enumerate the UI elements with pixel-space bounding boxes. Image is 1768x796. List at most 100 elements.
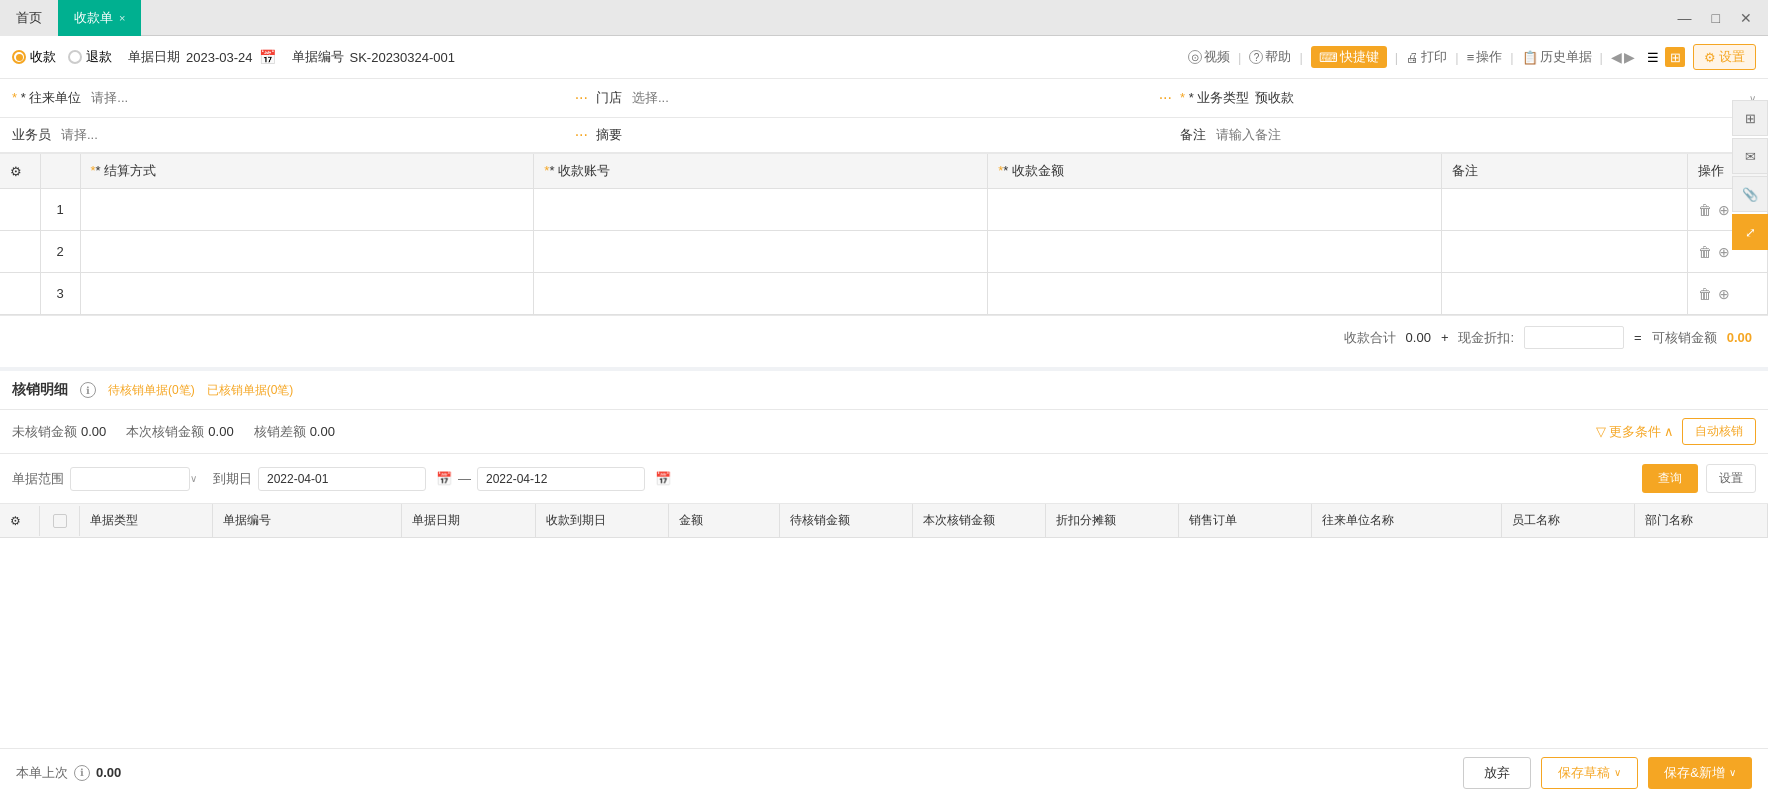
copy-icon-1[interactable]: ⊕	[1718, 202, 1730, 218]
query-btn[interactable]: 查询	[1642, 464, 1698, 493]
vendor-dots[interactable]: ···	[575, 90, 588, 106]
row-num-1: 1	[40, 189, 80, 231]
row-action-3: 🗑 ⊕	[1688, 273, 1768, 315]
close-btn[interactable]: ✕	[1734, 8, 1758, 28]
delete-icon-3[interactable]: 🗑	[1698, 286, 1712, 302]
due-date-from-input[interactable]	[258, 467, 426, 491]
header-nav: ◀ ▶	[1611, 49, 1635, 65]
minimize-btn[interactable]: —	[1672, 8, 1698, 28]
row-gear-2	[0, 231, 40, 273]
plus-sign: +	[1441, 330, 1449, 345]
radio-receipt[interactable]: 收款	[12, 48, 56, 66]
header-right-actions: ⊙ 视频 | ? 帮助 | ⌨ 快捷键 | 🖨 打印 | ≡ 操作	[1188, 44, 1756, 70]
row-account-2[interactable]	[534, 231, 988, 273]
vendor-input[interactable]	[87, 87, 568, 109]
due-calendar-from-icon[interactable]: 📅	[436, 471, 452, 486]
tab-home[interactable]: 首页	[0, 0, 58, 36]
verify-stats: 未核销金额 0.00 本次核销金额 0.00 核销差额 0.00 ▽ 更多条件 …	[0, 410, 1768, 454]
row-gear-3	[0, 273, 40, 315]
rt-clip-btn[interactable]: 📎	[1732, 176, 1768, 212]
delete-icon-1[interactable]: 🗑	[1698, 202, 1712, 218]
row-settlement-1[interactable]	[80, 189, 534, 231]
net-value: 0.00	[1727, 330, 1752, 345]
help-btn[interactable]: ? 帮助	[1249, 48, 1291, 66]
radio-receipt-label: 收款	[30, 48, 56, 66]
list-icon-lines[interactable]: ☰	[1643, 47, 1663, 67]
filter-range-select[interactable]	[70, 467, 190, 491]
due-calendar-to-icon[interactable]: 📅	[655, 471, 671, 486]
auto-verify-btn[interactable]: 自动核销	[1682, 418, 1756, 445]
shortcut-btn[interactable]: ⌨ 快捷键	[1311, 46, 1387, 68]
operation-btn[interactable]: ≡ 操作	[1467, 48, 1503, 66]
salesman-dots[interactable]: ···	[575, 127, 588, 143]
summary-input[interactable]	[628, 124, 1172, 146]
video-btn[interactable]: ⊙ 视频	[1188, 48, 1230, 66]
calendar-icon[interactable]: 📅	[259, 49, 276, 65]
store-input[interactable]	[628, 87, 1153, 109]
store-dots[interactable]: ···	[1159, 90, 1172, 106]
collection-label: 收款合计	[1344, 329, 1396, 347]
salesman-label: 业务员	[12, 126, 51, 144]
history-btn[interactable]: 📋 历史单据	[1522, 48, 1592, 66]
radio-refund-dot	[68, 50, 82, 64]
row-remark-1[interactable]	[1442, 189, 1688, 231]
filter-right-actions: 查询 设置	[1642, 464, 1756, 493]
print-btn[interactable]: 🖨 打印	[1406, 48, 1447, 66]
vth-gear[interactable]: ⚙	[0, 506, 40, 536]
tab-active[interactable]: 收款单 ×	[58, 0, 141, 36]
rt-table-btn[interactable]: ⊞	[1732, 100, 1768, 136]
discount-input[interactable]	[1524, 326, 1624, 349]
row-amount-2[interactable]	[988, 231, 1442, 273]
unverified-label: 未核销金额	[12, 423, 77, 441]
receipt-type-radio: 收款 退款	[12, 48, 112, 66]
save-new-btn[interactable]: 保存&新增 ∨	[1648, 757, 1752, 789]
row-settlement-3[interactable]	[80, 273, 534, 315]
completed-tab[interactable]: 已核销单据(0笔)	[207, 382, 294, 399]
list-icon-grid[interactable]: ⊞	[1665, 47, 1685, 67]
th-amount: ** 收款金额	[988, 154, 1442, 189]
copy-icon-2[interactable]: ⊕	[1718, 244, 1730, 260]
row-remark-3[interactable]	[1442, 273, 1688, 315]
select-all-checkbox[interactable]	[53, 514, 67, 528]
more-conditions-btn[interactable]: ▽ 更多条件 ∧	[1596, 423, 1674, 441]
form-fields-row2: 业务员 ··· 摘要 备注	[0, 118, 1768, 153]
nav-prev[interactable]: ◀	[1611, 49, 1622, 65]
settings-btn[interactable]: ⚙ 设置	[1693, 44, 1756, 70]
rt-expand-icon: ⤢	[1745, 225, 1756, 240]
th-remark: 备注	[1442, 154, 1688, 189]
gear-th[interactable]: ⚙	[0, 154, 40, 189]
filter-settings-btn[interactable]: 设置	[1706, 464, 1756, 493]
divider5: |	[1510, 50, 1513, 65]
biz-type-field: * * 业务类型 预收款 ∨	[1180, 87, 1756, 109]
abandon-btn[interactable]: 放弃	[1463, 757, 1531, 789]
maximize-btn[interactable]: □	[1706, 8, 1726, 28]
tab-close-icon[interactable]: ×	[119, 0, 125, 36]
current-verify-stat: 本次核销金额 0.00	[126, 423, 233, 441]
discount-label: 现金折扣:	[1458, 329, 1514, 347]
save-draft-btn[interactable]: 保存草稿 ∨	[1541, 757, 1638, 789]
pending-tab[interactable]: 待核销单据(0笔)	[108, 382, 195, 399]
row-remark-2[interactable]	[1442, 231, 1688, 273]
rt-mail-btn[interactable]: ✉	[1732, 138, 1768, 174]
unverified-stat: 未核销金额 0.00	[12, 423, 106, 441]
due-date-to-input[interactable]	[477, 467, 645, 491]
verify-info-icon[interactable]: ℹ	[80, 382, 96, 398]
row-num-3: 3	[40, 273, 80, 315]
remark-input[interactable]	[1212, 124, 1756, 146]
operation-icon: ≡	[1467, 50, 1475, 65]
collection-value: 0.00	[1406, 330, 1431, 345]
salesman-input[interactable]	[57, 124, 569, 146]
copy-icon-3[interactable]: ⊕	[1718, 286, 1730, 302]
row-num-2: 2	[40, 231, 80, 273]
remark-field: 备注	[1180, 124, 1756, 146]
delete-icon-2[interactable]: 🗑	[1698, 244, 1712, 260]
row-account-3[interactable]	[534, 273, 988, 315]
footer-info-icon[interactable]: ℹ	[74, 765, 90, 781]
radio-refund[interactable]: 退款	[68, 48, 112, 66]
row-account-1[interactable]	[534, 189, 988, 231]
row-amount-3[interactable]	[988, 273, 1442, 315]
row-settlement-2[interactable]	[80, 231, 534, 273]
row-amount-1[interactable]	[988, 189, 1442, 231]
rt-expand-btn[interactable]: ⤢	[1732, 214, 1768, 250]
nav-next[interactable]: ▶	[1624, 49, 1635, 65]
